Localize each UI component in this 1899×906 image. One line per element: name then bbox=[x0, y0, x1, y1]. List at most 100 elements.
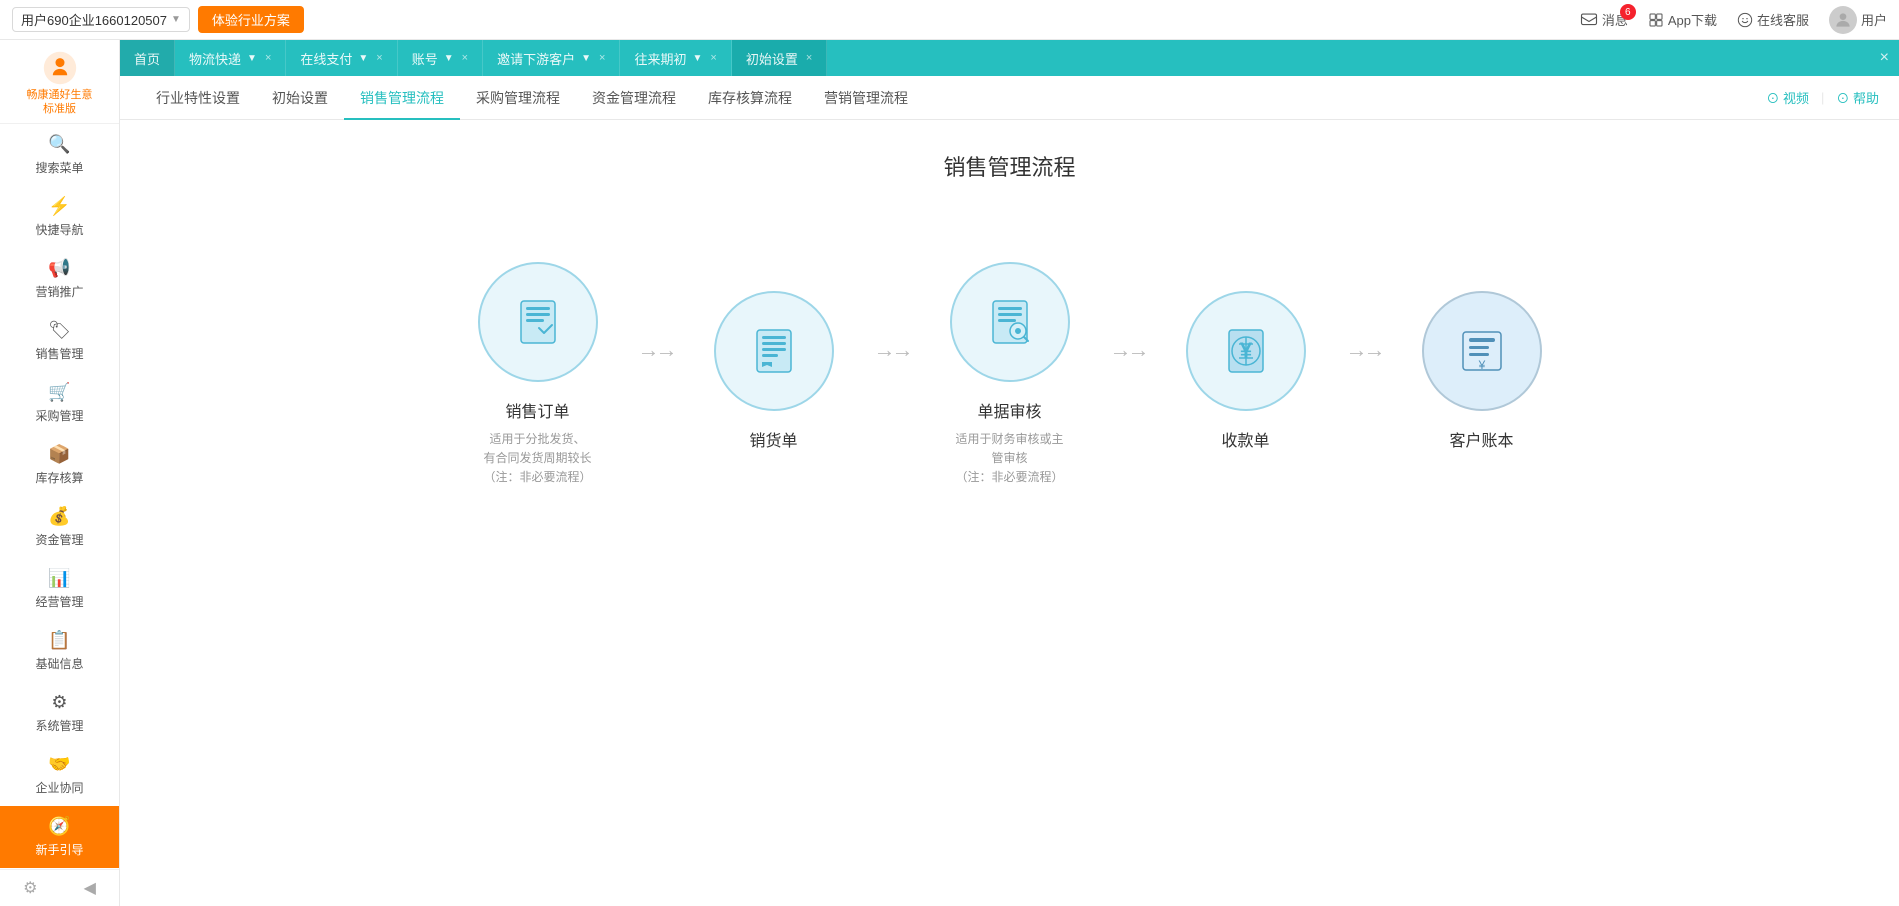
sub-tab-inventory-flow[interactable]: 库存核算流程 bbox=[692, 76, 808, 120]
flow-circle-receipt[interactable]: ¥ bbox=[1186, 291, 1306, 411]
logo-icon bbox=[42, 50, 78, 86]
top-bar: 用户690企业1660120507 ▼ 体验行业方案 消息 6 App下载 在线… bbox=[0, 0, 1899, 40]
receipt-icon: ¥ bbox=[1219, 324, 1273, 378]
sidebar-quicknav-label: 快捷导航 bbox=[35, 221, 83, 238]
flow-circle-sales-order[interactable] bbox=[478, 262, 598, 382]
sub-tab-purchase-flow[interactable]: 采购管理流程 bbox=[460, 76, 576, 120]
sidebar-cooperation-label: 企业协同 bbox=[35, 779, 83, 796]
tab-logistics-arrow: ▼ bbox=[247, 53, 257, 64]
page-title: 销售管理流程 bbox=[160, 150, 1859, 182]
video-link[interactable]: ⊙ 视频 bbox=[1766, 88, 1809, 107]
online-service-item[interactable]: 在线客服 bbox=[1737, 10, 1809, 29]
flow-label-customer-account: 客户账本 bbox=[1449, 427, 1513, 451]
sidebar-logo: 畅康通好生意 标准版 bbox=[0, 40, 119, 124]
cooperation-icon: 🤝 bbox=[48, 754, 70, 775]
sales-invoice-icon bbox=[747, 324, 801, 378]
sidebar-basicinfo-label: 基础信息 bbox=[35, 655, 83, 672]
customer-account-icon: ¥ bbox=[1455, 324, 1509, 378]
sidebar-guide-label: 新手引导 bbox=[35, 841, 83, 858]
nav-close-all[interactable]: × bbox=[1870, 40, 1899, 76]
user-avatar-item[interactable]: 用户 bbox=[1829, 6, 1887, 34]
user-selector[interactable]: 用户690企业1660120507 ▼ bbox=[12, 7, 190, 32]
flow-circle-customer-account[interactable]: ¥ bbox=[1422, 291, 1542, 411]
sidebar-item-cooperation[interactable]: 🤝 企业协同 bbox=[0, 744, 119, 806]
main-content: 行业特性设置 初始设置 销售管理流程 采购管理流程 资金管理流程 库存核算流程 … bbox=[120, 76, 1899, 906]
sidebar-item-marketing[interactable]: 📢 营销推广 bbox=[0, 248, 119, 310]
operations-icon: 📊 bbox=[48, 568, 70, 589]
tab-payment-arrow: ▼ bbox=[358, 53, 368, 64]
sidebar-bottom: ⚙ ◀ bbox=[0, 869, 119, 906]
sidebar-nav: 🔍 搜索菜单 ⚡ 快捷导航 📢 营销推广 🏷 销售管理 🛒 采购管理 📦 库存核… bbox=[0, 124, 119, 869]
flow-circle-doc-review[interactable] bbox=[950, 262, 1070, 382]
tab-payment[interactable]: 在线支付 ▼ × bbox=[286, 40, 397, 76]
flow-circle-sales-invoice[interactable] bbox=[714, 291, 834, 411]
sidebar-search-label: 搜索菜单 bbox=[35, 159, 83, 176]
system-icon: ⚙ bbox=[51, 692, 67, 713]
sidebar-item-inventory[interactable]: 📦 库存核算 bbox=[0, 434, 119, 496]
tab-period-arrow: ▼ bbox=[692, 53, 702, 64]
flow-item-sales-order: 销售订单 适用于分批发货、有合同发货周期较长（注：非必要流程） bbox=[438, 262, 638, 488]
tab-payment-close[interactable]: × bbox=[376, 52, 382, 64]
tab-initial[interactable]: 初始设置 × bbox=[732, 40, 827, 76]
collapse-btn[interactable]: ◀ bbox=[84, 878, 96, 898]
tab-period-close[interactable]: × bbox=[710, 52, 716, 64]
sub-tab-marketing-flow[interactable]: 营销管理流程 bbox=[808, 76, 924, 120]
flow-desc-sales-order: 适用于分批发货、有合同发货周期较长（注：非必要流程） bbox=[483, 430, 591, 488]
tab-home[interactable]: 首页 bbox=[120, 40, 175, 76]
tab-logistics-close[interactable]: × bbox=[265, 52, 271, 64]
flow-item-sales-invoice: 销货单 bbox=[674, 291, 874, 459]
tab-invite[interactable]: 邀请下游客户 ▼ × bbox=[483, 40, 620, 76]
flow-desc-doc-review: 适用于财务审核或主管审核（注：非必要流程） bbox=[955, 430, 1063, 488]
sidebar-item-guide[interactable]: 🧭 新手引导 bbox=[0, 806, 119, 868]
tab-invite-close[interactable]: × bbox=[599, 52, 605, 64]
tab-account-close[interactable]: × bbox=[462, 52, 468, 64]
tab-account[interactable]: 账号 ▼ × bbox=[398, 40, 483, 76]
flow-arrow-2: →→ bbox=[874, 337, 910, 363]
sidebar-item-quicknav[interactable]: ⚡ 快捷导航 bbox=[0, 186, 119, 248]
sidebar-item-finance[interactable]: 💰 资金管理 bbox=[0, 496, 119, 558]
quicknav-icon: ⚡ bbox=[48, 196, 70, 217]
settings-bottom-btn[interactable]: ⚙ bbox=[23, 878, 37, 898]
app-icon bbox=[1648, 12, 1664, 28]
app-download-item[interactable]: App下载 bbox=[1648, 10, 1717, 29]
flow-diagram: 销售订单 适用于分批发货、有合同发货周期较长（注：非必要流程） →→ bbox=[160, 242, 1859, 528]
sales-order-icon bbox=[511, 295, 565, 349]
tab-initial-label: 初始设置 bbox=[746, 49, 798, 68]
sub-tab-sales-flow[interactable]: 销售管理流程 bbox=[344, 76, 460, 120]
user-selector-arrow: ▼ bbox=[171, 14, 181, 25]
sidebar-item-purchase[interactable]: 🛒 采购管理 bbox=[0, 372, 119, 434]
sidebar-item-sales[interactable]: 🏷 销售管理 bbox=[0, 310, 119, 372]
flow-item-customer-account: ¥ 客户账本 bbox=[1382, 291, 1582, 459]
sidebar-item-operations[interactable]: 📊 经营管理 bbox=[0, 558, 119, 620]
help-link[interactable]: ⊙ 帮助 bbox=[1836, 88, 1879, 107]
logo-title: 畅康通好生意 标准版 bbox=[27, 88, 93, 117]
flow-item-doc-review: 单据审核 适用于财务审核或主管审核（注：非必要流程） bbox=[910, 262, 1110, 488]
sub-tab-industry[interactable]: 行业特性设置 bbox=[140, 76, 256, 120]
tab-invite-label: 邀请下游客户 bbox=[497, 49, 575, 68]
tab-home-label: 首页 bbox=[134, 49, 160, 68]
flow-label-receipt: 收款单 bbox=[1221, 427, 1269, 451]
sidebar-item-system[interactable]: ⚙ 系统管理 bbox=[0, 682, 119, 744]
user-selector-label: 用户690企业1660120507 bbox=[21, 10, 167, 29]
trial-button[interactable]: 体验行业方案 bbox=[198, 6, 304, 33]
doc-review-icon bbox=[983, 295, 1037, 349]
messages-badge: 6 bbox=[1620, 4, 1636, 20]
tab-period-label: 往来期初 bbox=[634, 49, 686, 68]
top-bar-left: 用户690企业1660120507 ▼ 体验行业方案 bbox=[12, 6, 304, 33]
flow-arrow-4: →→ bbox=[1346, 337, 1382, 363]
sidebar: 畅康通好生意 标准版 🔍 搜索菜单 ⚡ 快捷导航 📢 营销推广 🏷 销售管理 🛒… bbox=[0, 40, 120, 906]
flow-arrow-1: →→ bbox=[638, 337, 674, 363]
sidebar-system-label: 系统管理 bbox=[35, 717, 83, 734]
flow-item-receipt: ¥ 收款单 bbox=[1146, 291, 1346, 459]
sub-tab-initial[interactable]: 初始设置 bbox=[256, 76, 344, 120]
sidebar-item-search[interactable]: 🔍 搜索菜单 bbox=[0, 124, 119, 186]
messages-item[interactable]: 消息 6 bbox=[1580, 10, 1628, 29]
sidebar-item-basicinfo[interactable]: 📋 基础信息 bbox=[0, 620, 119, 682]
tab-initial-close[interactable]: × bbox=[806, 52, 812, 64]
sub-tab-finance-flow[interactable]: 资金管理流程 bbox=[576, 76, 692, 120]
tab-logistics[interactable]: 物流快递 ▼ × bbox=[175, 40, 286, 76]
online-service-label: 在线客服 bbox=[1757, 10, 1809, 29]
app-download-label: App下载 bbox=[1668, 10, 1717, 29]
sub-tabs-right: ⊙ 视频 | ⊙ 帮助 bbox=[1766, 88, 1879, 107]
tab-period[interactable]: 往来期初 ▼ × bbox=[620, 40, 731, 76]
